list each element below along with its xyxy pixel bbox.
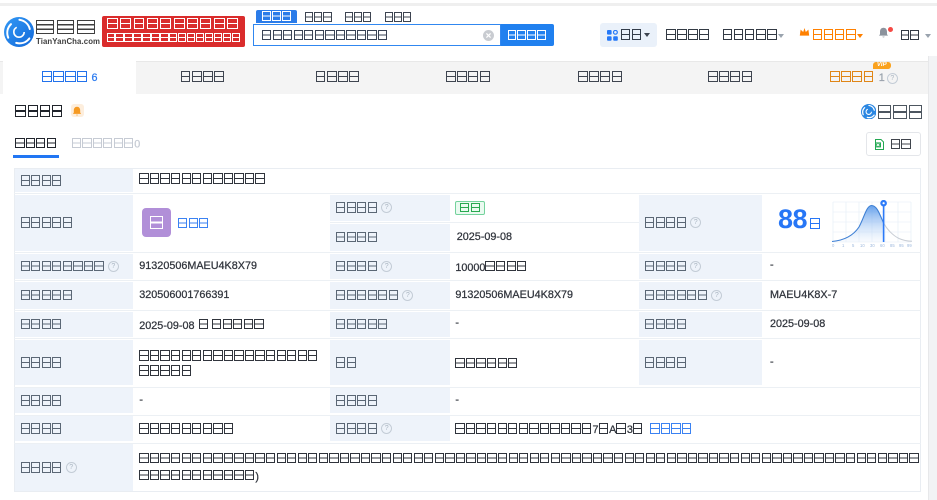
svg-text:0: 0 [832,243,835,248]
svg-text:95: 95 [899,243,904,248]
svg-text:5: 5 [852,243,855,248]
svg-text:60: 60 [880,243,885,248]
svg-text:1: 1 [842,243,845,248]
svg-text:99: 99 [907,243,912,248]
svg-text:85: 85 [890,243,895,248]
svg-text:30: 30 [870,243,875,248]
svg-text:10: 10 [860,243,865,248]
